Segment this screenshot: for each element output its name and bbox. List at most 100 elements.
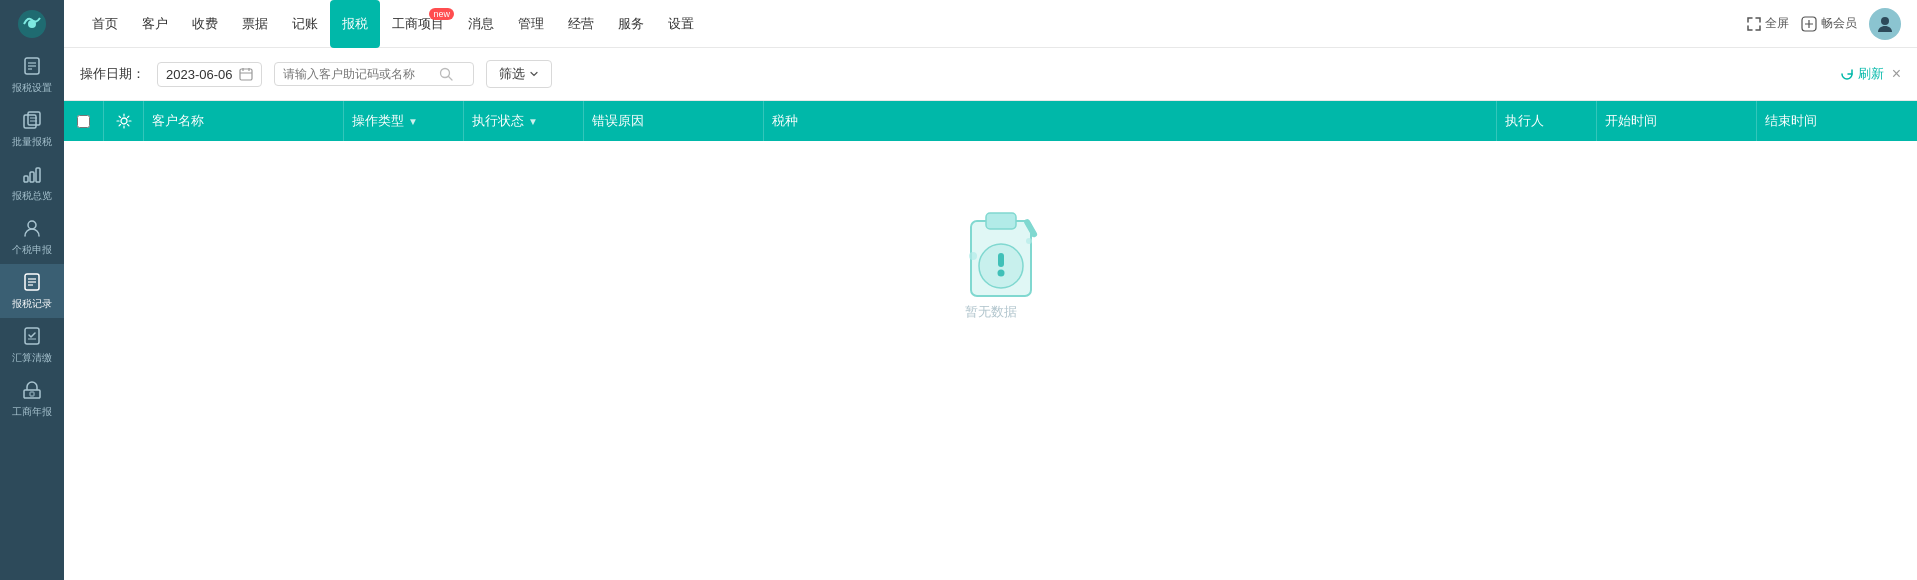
calendar-icon (239, 67, 253, 81)
svg-rect-34 (998, 253, 1004, 267)
nav-services[interactable]: 服务 (606, 0, 656, 48)
sidebar-item-piliang-baoshui-label: 批量报税 (12, 136, 52, 148)
huisuan-jiaona-icon (22, 326, 42, 349)
svg-rect-11 (30, 172, 34, 182)
nav-customer-label: 客户 (142, 15, 168, 33)
fullscreen-button[interactable]: 全屏 (1747, 15, 1789, 32)
piliang-baoshui-icon (22, 110, 42, 133)
sort-exec-status-icon: ▼ (528, 116, 538, 127)
nav-settings[interactable]: 设置 (656, 0, 706, 48)
sidebar-item-baoshui-shezhi[interactable]: 报税设置 (0, 48, 64, 102)
sidebar-item-piliang-baoshui[interactable]: 批量报税 (0, 102, 64, 156)
table-area: 客户名称 操作类型 ▼ 执行状态 ▼ 错误原因 税种 执行人 (64, 101, 1917, 580)
svg-point-37 (1026, 238, 1032, 244)
date-value: 2023-06-06 (166, 67, 233, 82)
sidebar-item-baoshui-jilu-label: 报税记录 (12, 298, 52, 310)
topnav-right: 全屏 畅会员 (1747, 8, 1901, 40)
toolbar-right: 刷新 × (1840, 65, 1901, 83)
fullscreen-icon (1747, 17, 1761, 31)
svg-rect-32 (986, 213, 1016, 229)
gongshang-nianbao-icon (22, 380, 42, 403)
empty-icon (951, 201, 1031, 291)
th-exec-status[interactable]: 执行状态 ▼ (464, 101, 584, 141)
top-navigation: 首页 客户 收费 票据 记账 报税 工商项目 new 消息 管理 经营 (64, 0, 1917, 48)
th-start-time: 开始时间 (1597, 101, 1757, 141)
geshui-shenbao-icon (22, 218, 42, 241)
nav-industry[interactable]: 工商项目 new (380, 0, 456, 48)
nav-customer[interactable]: 客户 (130, 0, 180, 48)
svg-rect-20 (24, 390, 40, 398)
sidebar-item-geshui-shenbao[interactable]: 个税申报 (0, 210, 64, 264)
th-settings[interactable] (104, 101, 144, 141)
refresh-button[interactable]: 刷新 (1840, 65, 1884, 83)
close-button[interactable]: × (1892, 65, 1901, 83)
filter-button[interactable]: 筛选 (486, 60, 552, 88)
sidebar-item-huisuan-jiaona[interactable]: 汇算清缴 (0, 318, 64, 372)
th-end-time: 结束时间 (1757, 101, 1917, 141)
user-avatar[interactable] (1869, 8, 1901, 40)
th-customer-name: 客户名称 (144, 101, 344, 141)
svg-point-35 (997, 270, 1004, 277)
th-operation-type[interactable]: 操作类型 ▼ (344, 101, 464, 141)
th-customer-name-label: 客户名称 (152, 112, 204, 130)
nav-industry-badge: new (429, 8, 454, 20)
nav-messages-label: 消息 (468, 15, 494, 33)
svg-rect-12 (36, 168, 40, 182)
nav-homepage[interactable]: 首页 (80, 0, 130, 48)
svg-point-1 (28, 20, 36, 28)
member-icon (1801, 16, 1817, 32)
nav-homepage-label: 首页 (92, 15, 118, 33)
nav-billing[interactable]: 收费 (180, 0, 230, 48)
svg-rect-24 (240, 69, 252, 80)
nav-management-label: 管理 (518, 15, 544, 33)
sidebar-item-baoshui-zonlan-label: 报税总览 (12, 190, 52, 202)
refresh-label: 刷新 (1858, 65, 1884, 83)
svg-point-13 (28, 221, 36, 229)
sidebar-item-baoshui-zonlan[interactable]: 报税总览 (0, 156, 64, 210)
th-end-time-label: 结束时间 (1765, 112, 1817, 130)
refresh-icon (1840, 67, 1854, 81)
nav-invoice[interactable]: 票据 (230, 0, 280, 48)
member-label: 畅会员 (1821, 15, 1857, 32)
filter-label: 筛选 (499, 65, 525, 83)
sort-operation-type-icon: ▼ (408, 116, 418, 127)
search-icon (439, 67, 453, 81)
sidebar-item-gongshang-nianbao[interactable]: 工商年报 (0, 372, 64, 426)
th-checkbox[interactable] (64, 101, 104, 141)
search-box[interactable] (274, 62, 474, 86)
search-input[interactable] (283, 67, 433, 81)
nav-operations[interactable]: 经营 (556, 0, 606, 48)
member-button[interactable]: 畅会员 (1801, 15, 1857, 32)
svg-rect-10 (24, 176, 28, 182)
svg-line-29 (448, 77, 452, 81)
select-all-checkbox[interactable] (77, 115, 90, 128)
nav-management[interactable]: 管理 (506, 0, 556, 48)
nav-settings-label: 设置 (668, 15, 694, 33)
th-start-time-label: 开始时间 (1605, 112, 1657, 130)
th-operation-type-label: 操作类型 (352, 112, 404, 130)
svg-rect-21 (30, 392, 34, 396)
nav-bookkeeping[interactable]: 记账 (280, 0, 330, 48)
date-picker[interactable]: 2023-06-06 (157, 62, 262, 87)
content-area: 操作日期： 2023-06-06 筛选 (64, 48, 1917, 580)
sidebar-item-gongshang-nianbao-label: 工商年报 (12, 406, 52, 418)
sidebar-item-baoshui-shezhi-label: 报税设置 (12, 82, 52, 94)
svg-point-36 (969, 252, 977, 260)
fullscreen-label: 全屏 (1765, 15, 1789, 32)
th-exec-status-label: 执行状态 (472, 112, 524, 130)
nav-tax[interactable]: 报税 (330, 0, 380, 48)
chevron-down-icon (529, 69, 539, 79)
logo[interactable] (0, 0, 64, 48)
th-error-reason-label: 错误原因 (592, 112, 644, 130)
sidebar-item-baoshui-jilu[interactable]: 报税记录 (0, 264, 64, 318)
th-tax-type: 税种 (764, 101, 1497, 141)
th-error-reason: 错误原因 (584, 101, 764, 141)
toolbar: 操作日期： 2023-06-06 筛选 (64, 48, 1917, 101)
nav-messages[interactable]: 消息 (456, 0, 506, 48)
nav-invoice-label: 票据 (242, 15, 268, 33)
sidebar-item-geshui-shenbao-label: 个税申报 (12, 244, 52, 256)
th-tax-type-label: 税种 (772, 112, 798, 130)
nav-operations-label: 经营 (568, 15, 594, 33)
sidebar-item-huisuan-jiaona-label: 汇算清缴 (12, 352, 52, 364)
nav-bookkeeping-label: 记账 (292, 15, 318, 33)
